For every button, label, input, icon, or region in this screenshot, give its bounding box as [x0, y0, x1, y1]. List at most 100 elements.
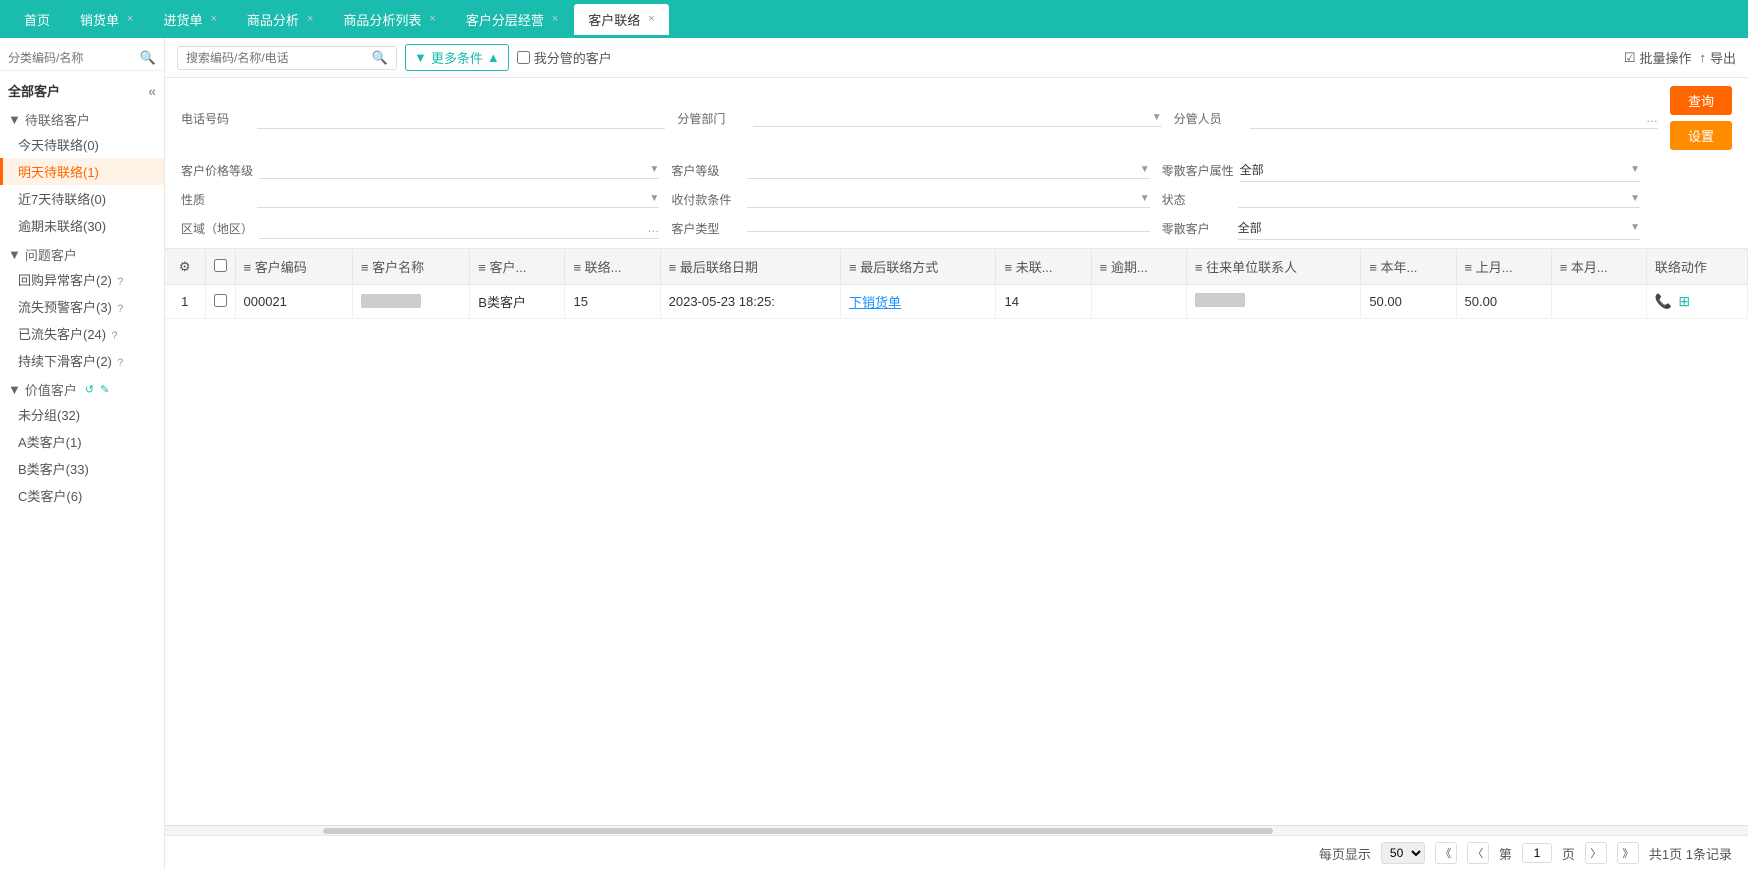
search-icon[interactable]: 🔍: [372, 50, 388, 66]
filter-panel: 电话号码 分管部门 ▼ 分管人员 …: [165, 78, 1748, 249]
filter-phone-input[interactable]: [257, 108, 665, 129]
sidebar-item-declining[interactable]: 持续下滑客户(2) ?: [0, 347, 164, 374]
row-this-month: [1551, 285, 1646, 319]
filter-region-label: 区域（地区）: [181, 220, 253, 237]
nav-product-analysis-list[interactable]: 商品分析列表 ×: [329, 4, 449, 35]
my-customer-checkbox-area[interactable]: 我分管的客户: [517, 48, 612, 67]
phone-action-icon[interactable]: 📞: [1655, 293, 1672, 310]
value-group-edit-icon[interactable]: ✎: [100, 383, 109, 396]
region-dots-icon[interactable]: …: [647, 221, 659, 235]
col-name: ≡ 客户名称: [352, 249, 469, 285]
nav-purchase-order[interactable]: 进货单 ×: [149, 4, 230, 35]
filter-customer-type-label: 客户类型: [671, 220, 741, 237]
close-customer-contact-icon[interactable]: ×: [648, 13, 654, 25]
payment-chevron-icon: ▼: [1140, 193, 1150, 204]
more-filter-button[interactable]: ▼ 更多条件 ▲: [405, 44, 509, 71]
dept-chevron-icon: ▼: [1152, 112, 1162, 123]
export-button[interactable]: ↑ 导出: [1699, 48, 1736, 67]
filter-retail-attr-select[interactable]: 全部 ▼: [1240, 158, 1640, 182]
page-label: 第: [1499, 844, 1512, 863]
action-icons-group: 📞 ⊞: [1655, 293, 1739, 310]
sidebar-search-input[interactable]: [8, 51, 136, 65]
search-input[interactable]: [186, 51, 368, 65]
close-product-analysis-icon[interactable]: ×: [307, 13, 313, 25]
sidebar-item-class-c[interactable]: C类客户(6): [0, 482, 164, 509]
col-type: ≡ 客户...: [470, 249, 565, 285]
value-group-refresh-icon[interactable]: ↺: [85, 383, 94, 396]
close-sales-order-icon[interactable]: ×: [127, 13, 133, 25]
filter-customer-value-label: 客户价格等级: [181, 162, 253, 179]
query-button[interactable]: 查询: [1670, 86, 1732, 115]
customer-table: ⚙ ≡ 客户编码 ≡ 客户名称 ≡ 客户... ≡ 联络... ≡ 最后联络日期…: [165, 249, 1748, 319]
last-page-button[interactable]: 》: [1617, 842, 1639, 864]
horizontal-scrollbar[interactable]: [165, 825, 1748, 835]
batch-operation-button[interactable]: ☑ 批量操作: [1624, 48, 1692, 67]
sidebar-item-churned[interactable]: 已流失客户(24) ?: [0, 320, 164, 347]
row-last-month: 50.00: [1456, 285, 1551, 319]
filter-nature-select[interactable]: ▼: [257, 190, 659, 208]
close-customer-tier-icon[interactable]: ×: [552, 13, 558, 25]
col-check[interactable]: [205, 249, 235, 285]
status-chevron-icon: ▼: [1630, 193, 1640, 204]
filter-customer-type: 客户类型: [671, 220, 1149, 237]
filter-status-select[interactable]: ▼: [1238, 190, 1640, 208]
col-settings[interactable]: ⚙: [165, 249, 205, 285]
nav-sales-order[interactable]: 销货单 ×: [66, 4, 147, 35]
blurred-contact: [1195, 293, 1245, 307]
filter-retail-attr: 零散客户属性 全部 ▼: [1162, 158, 1640, 182]
nav-customer-tier[interactable]: 客户分层经营 ×: [452, 4, 572, 35]
filter-retail-customer-select[interactable]: 全部 ▼: [1238, 216, 1640, 240]
close-product-analysis-list-icon[interactable]: ×: [429, 13, 435, 25]
nav-product-analysis[interactable]: 商品分析 ×: [233, 4, 327, 35]
filter-customer-type-select[interactable]: [747, 225, 1149, 232]
next-page-button[interactable]: 〉: [1585, 842, 1607, 864]
filter-dept-select[interactable]: ▼: [753, 109, 1161, 127]
filter-payment-select[interactable]: ▼: [747, 190, 1149, 208]
filter-row-4: 区域（地区） … 客户类型 零散客户 全部 ▼: [181, 216, 1732, 240]
sidebar-item-churn-warning[interactable]: 流失预警客户(3) ?: [0, 293, 164, 320]
col-this-year: ≡ 本年...: [1361, 249, 1456, 285]
sidebar-item-class-b[interactable]: B类客户(33): [0, 455, 164, 482]
filter-row-2: 客户价格等级 ▼ 客户等级 ▼ 零散客户属性 全部: [181, 158, 1732, 182]
nav-home[interactable]: 首页: [10, 4, 64, 35]
top-nav: 首页 销货单 × 进货单 × 商品分析 × 商品分析列表 × 客户分层经营 × …: [0, 0, 1748, 38]
page-input[interactable]: [1522, 843, 1552, 863]
filter-dept-label: 分管部门: [677, 110, 747, 127]
filter-customer-value-select[interactable]: ▼: [259, 161, 659, 179]
retail-attr-chevron-icon: ▼: [1630, 164, 1640, 175]
filter-payment-label: 收付款条件: [671, 191, 741, 208]
grid-action-icon[interactable]: ⊞: [1678, 293, 1690, 310]
prev-page-button[interactable]: 〈: [1467, 842, 1489, 864]
sidebar-item-class-a[interactable]: A类客户(1): [0, 428, 164, 455]
sidebar-search-icon[interactable]: 🔍: [140, 50, 156, 66]
filter-manager-select[interactable]: …: [1250, 108, 1658, 129]
row-last-contact-method[interactable]: 下销货单: [841, 285, 996, 319]
manager-dots-icon[interactable]: …: [1646, 111, 1658, 125]
sidebar-item-overdue-pending[interactable]: 逾期未联络(30): [0, 212, 164, 239]
sidebar-item-7days-pending[interactable]: 近7天待联络(0): [0, 185, 164, 212]
first-page-button[interactable]: 《: [1435, 842, 1457, 864]
col-last-contact-date: ≡ 最后联络日期: [660, 249, 840, 285]
sidebar-item-tomorrow-pending[interactable]: 明天待联络(1): [0, 158, 164, 185]
scroll-thumb[interactable]: [323, 828, 1273, 834]
sidebar-all-customers[interactable]: 全部客户 «: [0, 77, 164, 104]
select-all-checkbox[interactable]: [214, 259, 227, 272]
row-contacts: 15: [565, 285, 660, 319]
last-contact-link[interactable]: 下销货单: [849, 295, 901, 310]
filter-customer-level-label: 客户等级: [671, 162, 741, 179]
sidebar-item-today-pending[interactable]: 今天待联络(0): [0, 131, 164, 158]
filter-customer-level-select[interactable]: ▼: [747, 161, 1149, 179]
filter-region-select[interactable]: …: [259, 218, 659, 239]
page-size-select[interactable]: 50: [1381, 842, 1425, 864]
my-customer-checkbox[interactable]: [517, 51, 530, 64]
close-purchase-order-icon[interactable]: ×: [210, 13, 216, 25]
sidebar-item-ungrouped[interactable]: 未分组(32): [0, 401, 164, 428]
sidebar-search-area: 🔍: [0, 46, 164, 71]
sidebar-item-repurchase-abnormal[interactable]: 回购异常客户(2) ?: [0, 266, 164, 293]
sidebar-collapse-icon[interactable]: «: [148, 83, 156, 99]
row-check[interactable]: [205, 285, 235, 319]
reset-button[interactable]: 设置: [1670, 121, 1732, 150]
row-company-contact: [1186, 285, 1360, 319]
nav-customer-contact[interactable]: 客户联络 ×: [574, 4, 668, 35]
row-checkbox[interactable]: [214, 294, 227, 307]
